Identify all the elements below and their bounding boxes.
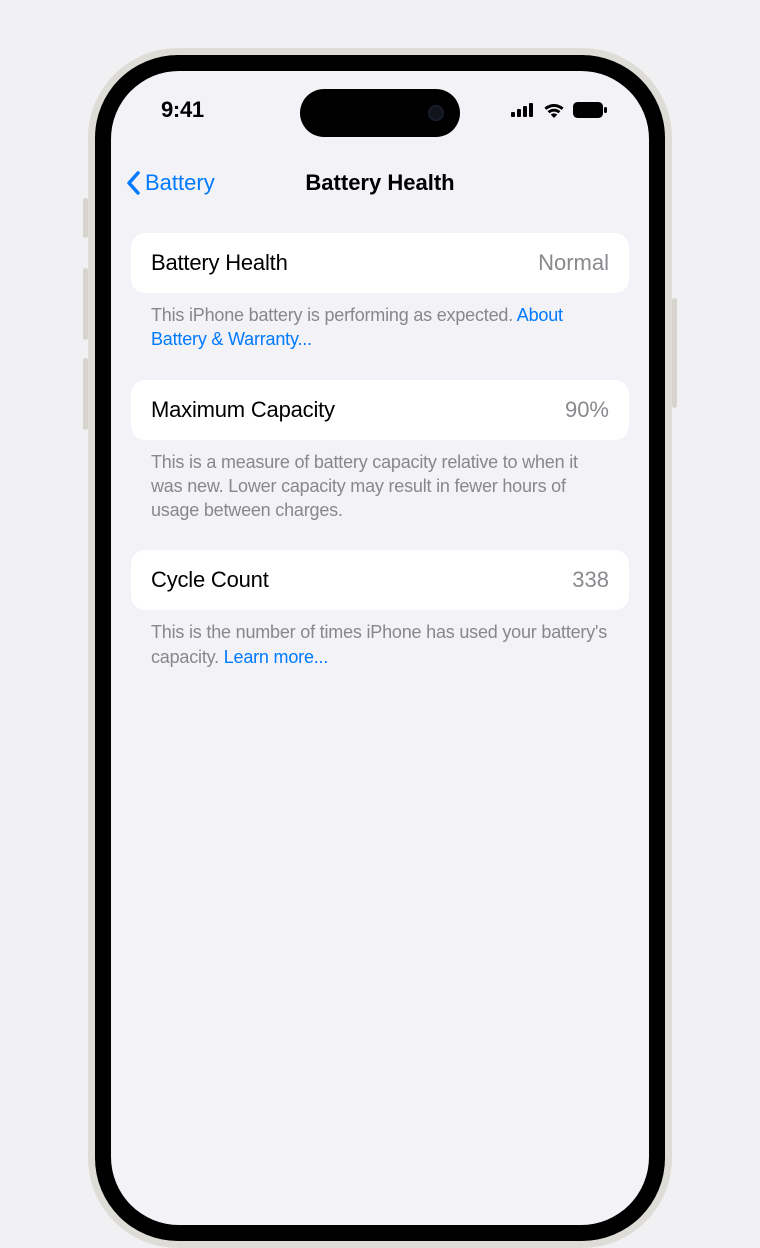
maximum-capacity-value: 90% (565, 397, 609, 423)
status-time: 9:41 (161, 97, 204, 123)
learn-more-link[interactable]: Learn more... (224, 647, 328, 667)
footer-lead: This iPhone battery is performing as exp… (151, 305, 517, 325)
cycle-count-value: 338 (572, 567, 609, 593)
battery-health-footer: This iPhone battery is performing as exp… (131, 293, 629, 380)
phone-frame: 9:41 (88, 48, 672, 1248)
chevron-left-icon (125, 171, 141, 195)
cellular-icon (511, 103, 535, 117)
wifi-icon (543, 102, 565, 118)
content-area: Battery Health Normal This iPhone batter… (111, 233, 649, 697)
front-camera (428, 105, 444, 121)
phone-bezel: 9:41 (95, 55, 665, 1241)
footer-lead: This is the number of times iPhone has u… (151, 622, 607, 666)
battery-health-value: Normal (538, 250, 609, 276)
battery-health-cell[interactable]: Battery Health Normal (131, 233, 629, 293)
dynamic-island (300, 89, 460, 137)
maximum-capacity-cell[interactable]: Maximum Capacity 90% (131, 380, 629, 440)
side-button-volume-down (83, 358, 88, 430)
side-button-volume-up (83, 268, 88, 340)
battery-icon (573, 102, 607, 118)
side-button-silence (83, 198, 88, 238)
maximum-capacity-footer: This is a measure of battery capacity re… (131, 440, 629, 551)
cycle-count-cell[interactable]: Cycle Count 338 (131, 550, 629, 610)
cycle-count-label: Cycle Count (151, 567, 269, 593)
back-button[interactable]: Battery (125, 170, 215, 196)
navigation-bar: Battery Battery Health (111, 155, 649, 211)
cycle-count-footer: This is the number of times iPhone has u… (131, 610, 629, 697)
status-icons (511, 102, 607, 118)
screen: 9:41 (111, 71, 649, 1225)
battery-health-label: Battery Health (151, 250, 288, 276)
page-title: Battery Health (305, 170, 454, 196)
back-label: Battery (145, 170, 215, 196)
side-button-power (672, 298, 677, 408)
maximum-capacity-label: Maximum Capacity (151, 397, 335, 423)
